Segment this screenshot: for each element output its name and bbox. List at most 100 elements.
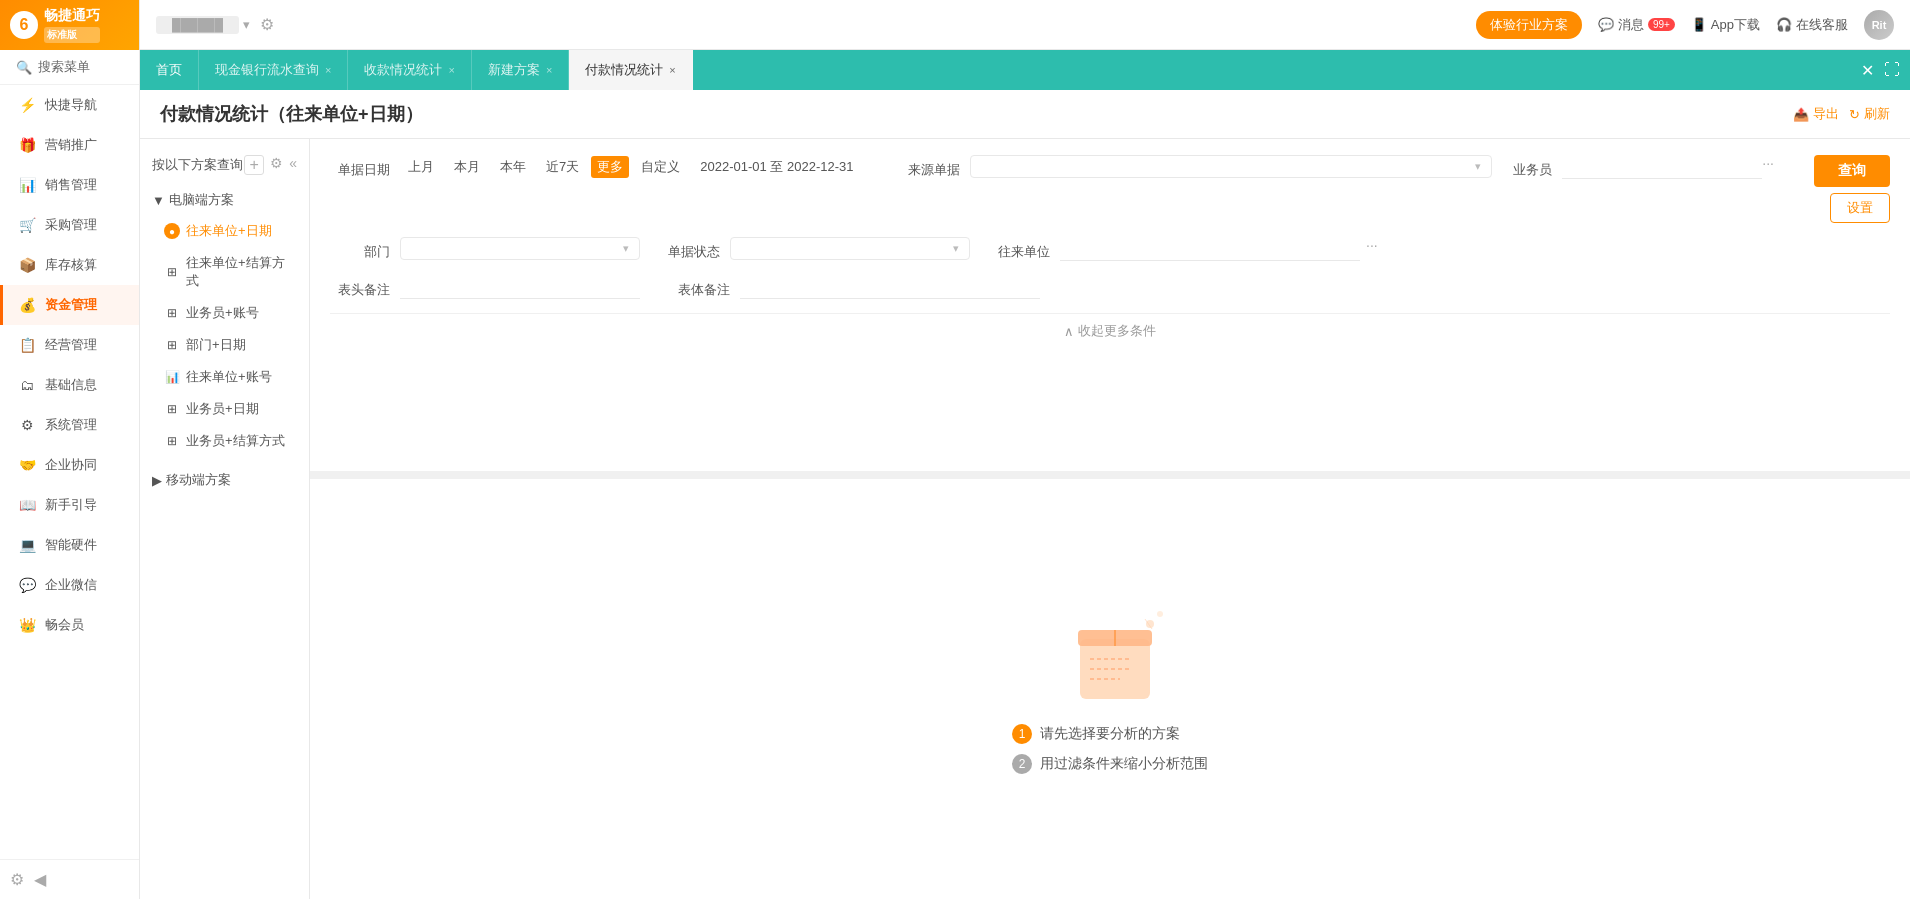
empty-tip-item-1: 1 请先选择要分析的方案 <box>1012 724 1208 744</box>
header-note-input[interactable] <box>400 275 640 299</box>
page-title: 付款情况统计（往来单位+日期） <box>160 102 423 126</box>
filter-area: 单据日期 上月 本月 本年 近7天 更多 自定义 2022-01-01 至 20… <box>310 139 1910 471</box>
date-7days-btn[interactable]: 近7天 <box>538 155 587 179</box>
sidebar-item-operation[interactable]: 📋 经营管理 <box>0 325 139 365</box>
sidebar-item-basic[interactable]: 🗂 基础信息 <box>0 365 139 405</box>
settings-btn[interactable]: 设置 <box>1830 193 1890 223</box>
tab-receipt-stats-label: 收款情况统计 <box>364 61 442 79</box>
source-dropdown-arrow: ▾ <box>1475 160 1481 173</box>
tab-receipt-close[interactable]: × <box>448 64 454 76</box>
scheme-settings-icon[interactable]: ⚙ <box>270 155 283 175</box>
company-dropdown-icon[interactable]: ▾ <box>243 17 250 32</box>
dept-select[interactable]: ▾ <box>400 237 640 260</box>
scheme-add-icon[interactable]: + <box>244 155 264 175</box>
tab-bank-flow-close[interactable]: × <box>325 64 331 76</box>
tab-home[interactable]: 首页 <box>140 50 199 90</box>
scheme-item-partner-account[interactable]: 📊 往来单位+账号 <box>140 361 309 393</box>
sidebar-item-system[interactable]: ⚙ 系统管理 <box>0 405 139 445</box>
app-download-btn[interactable]: 📱 App下载 <box>1691 16 1760 34</box>
tab-receipt-stats[interactable]: 收款情况统计 × <box>348 50 471 90</box>
date-custom-btn[interactable]: 自定义 <box>633 155 688 179</box>
sidebar-bottom: ⚙ ◀ <box>0 859 139 899</box>
empty-tip-item-2: 2 用过滤条件来缩小分析范围 <box>1012 754 1208 774</box>
pc-group-arrow: ▼ <box>152 193 165 208</box>
tab-bank-flow[interactable]: 现金银行流水查询 × <box>199 50 348 90</box>
user-avatar[interactable]: Rit <box>1864 10 1894 40</box>
export-btn[interactable]: 📤 导出 <box>1793 105 1839 123</box>
sidebar-item-member[interactable]: 👑 畅会员 <box>0 605 139 645</box>
refresh-btn[interactable]: ↻ 刷新 <box>1849 105 1890 123</box>
voucher-status-label: 单据状态 <box>660 237 730 261</box>
export-icon: 📤 <box>1793 107 1809 122</box>
source-select[interactable]: ▾ <box>970 155 1492 178</box>
search-menu-item[interactable]: 🔍 搜索菜单 <box>0 50 139 85</box>
sidebar-item-coop[interactable]: 🤝 企业协同 <box>0 445 139 485</box>
scheme-item-staff-account[interactable]: ⊞ 业务员+账号 <box>140 297 309 329</box>
main-area: ██████ ▾ ⚙ 体验行业方案 💬 消息 99+ 📱 App下载 🎧 在线客… <box>140 0 1910 899</box>
sidebar-item-marketing[interactable]: 🎁 营销推广 <box>0 125 139 165</box>
wechat-icon: 💬 <box>17 575 37 595</box>
mobile-group-arrow: ▶ <box>152 473 162 488</box>
scheme-item-staff-date[interactable]: ⊞ 业务员+日期 <box>140 393 309 425</box>
tab-new-scheme[interactable]: 新建方案 × <box>472 50 569 90</box>
sidebar-item-guide[interactable]: 📖 新手引导 <box>0 485 139 525</box>
sidebar-item-finance[interactable]: 💰 资金管理 <box>0 285 139 325</box>
voucher-status-select[interactable]: ▾ <box>730 237 970 260</box>
partner-input[interactable] <box>1060 237 1360 261</box>
sidebar-item-label: 经营管理 <box>45 336 97 354</box>
scheme-item-label: 往来单位+结算方式 <box>186 254 297 290</box>
scheme-item-staff-settle[interactable]: ⊞ 业务员+结算方式 <box>140 425 309 457</box>
query-btn[interactable]: 查询 <box>1814 155 1890 187</box>
online-service-btn[interactable]: 🎧 在线客服 <box>1776 16 1848 34</box>
collapse-bar: ∧ 收起更多条件 <box>330 313 1890 348</box>
finance-icon: 💰 <box>17 295 37 315</box>
date-this-year-btn[interactable]: 本年 <box>492 155 534 179</box>
tab-new-scheme-close[interactable]: × <box>546 64 552 76</box>
date-last-month-btn[interactable]: 上月 <box>400 155 442 179</box>
sidebar-collapse-btn[interactable]: ◀ <box>34 870 46 889</box>
partner-dots-btn[interactable]: ··· <box>1366 237 1378 253</box>
sidebar-item-sales[interactable]: 📊 销售管理 <box>0 165 139 205</box>
scheme-chart-icon: 📊 <box>164 369 180 385</box>
svg-point-7 <box>1157 611 1163 617</box>
sidebar: 6 畅捷通巧 标准版 🔍 搜索菜单 ⚡ 快捷导航 🎁 营销推广 📊 销售管理 🛒… <box>0 0 140 899</box>
tab-payment-stats[interactable]: 付款情况统计 × <box>569 50 692 90</box>
scheme-item-dept-date[interactable]: ⊞ 部门+日期 <box>140 329 309 361</box>
staff-dots-btn[interactable]: ··· <box>1762 155 1774 171</box>
sidebar-item-hardware[interactable]: 💻 智能硬件 <box>0 525 139 565</box>
pc-group-title[interactable]: ▼ 电脑端方案 <box>140 185 309 215</box>
tab-expand-icon[interactable]: ⛶ <box>1884 61 1900 79</box>
tab-payment-stats-close[interactable]: × <box>669 64 675 76</box>
body-note-input[interactable] <box>740 275 1040 299</box>
date-more-btn[interactable]: 更多 <box>591 156 629 178</box>
sidebar-settings-btn[interactable]: ⚙ <box>10 870 24 889</box>
scheme-item-label: 业务员+结算方式 <box>186 432 285 450</box>
mobile-group-title[interactable]: ▶ 移动端方案 <box>140 465 309 495</box>
date-this-month-btn[interactable]: 本月 <box>446 155 488 179</box>
sales-icon: 📊 <box>17 175 37 195</box>
messages-btn[interactable]: 💬 消息 99+ <box>1598 16 1675 34</box>
date-label: 单据日期 <box>330 155 400 179</box>
sidebar-item-quick-nav[interactable]: ⚡ 快捷导航 <box>0 85 139 125</box>
scheme-panel-label: 按以下方案查询 <box>152 156 243 174</box>
dept-dropdown-arrow: ▾ <box>623 242 629 255</box>
sidebar-item-wechat[interactable]: 💬 企业微信 <box>0 565 139 605</box>
collapse-btn[interactable]: ∧ 收起更多条件 <box>1064 322 1156 340</box>
scheme-collapse-icon[interactable]: « <box>289 155 297 175</box>
header-settings-icon[interactable]: ⚙ <box>260 15 274 34</box>
try-industry-btn[interactable]: 体验行业方案 <box>1476 11 1582 39</box>
inventory-icon: 📦 <box>17 255 37 275</box>
staff-input[interactable] <box>1562 155 1762 179</box>
member-icon: 👑 <box>17 615 37 635</box>
sidebar-item-purchase[interactable]: 🛒 采购管理 <box>0 205 139 245</box>
sidebar-item-label: 采购管理 <box>45 216 97 234</box>
tab-close-all-icon[interactable]: ✕ <box>1861 61 1874 80</box>
sidebar-item-label: 快捷导航 <box>45 96 97 114</box>
scheme-item-partner-date[interactable]: ● 往来单位+日期 <box>140 215 309 247</box>
sidebar-item-inventory[interactable]: 📦 库存核算 <box>0 245 139 285</box>
collapse-btn-label: 收起更多条件 <box>1078 322 1156 340</box>
scheme-active-icon: ● <box>164 223 180 239</box>
scheme-item-partner-settle[interactable]: ⊞ 往来单位+结算方式 <box>140 247 309 297</box>
messages-badge: 99+ <box>1648 18 1675 31</box>
messages-label: 消息 <box>1618 16 1644 34</box>
